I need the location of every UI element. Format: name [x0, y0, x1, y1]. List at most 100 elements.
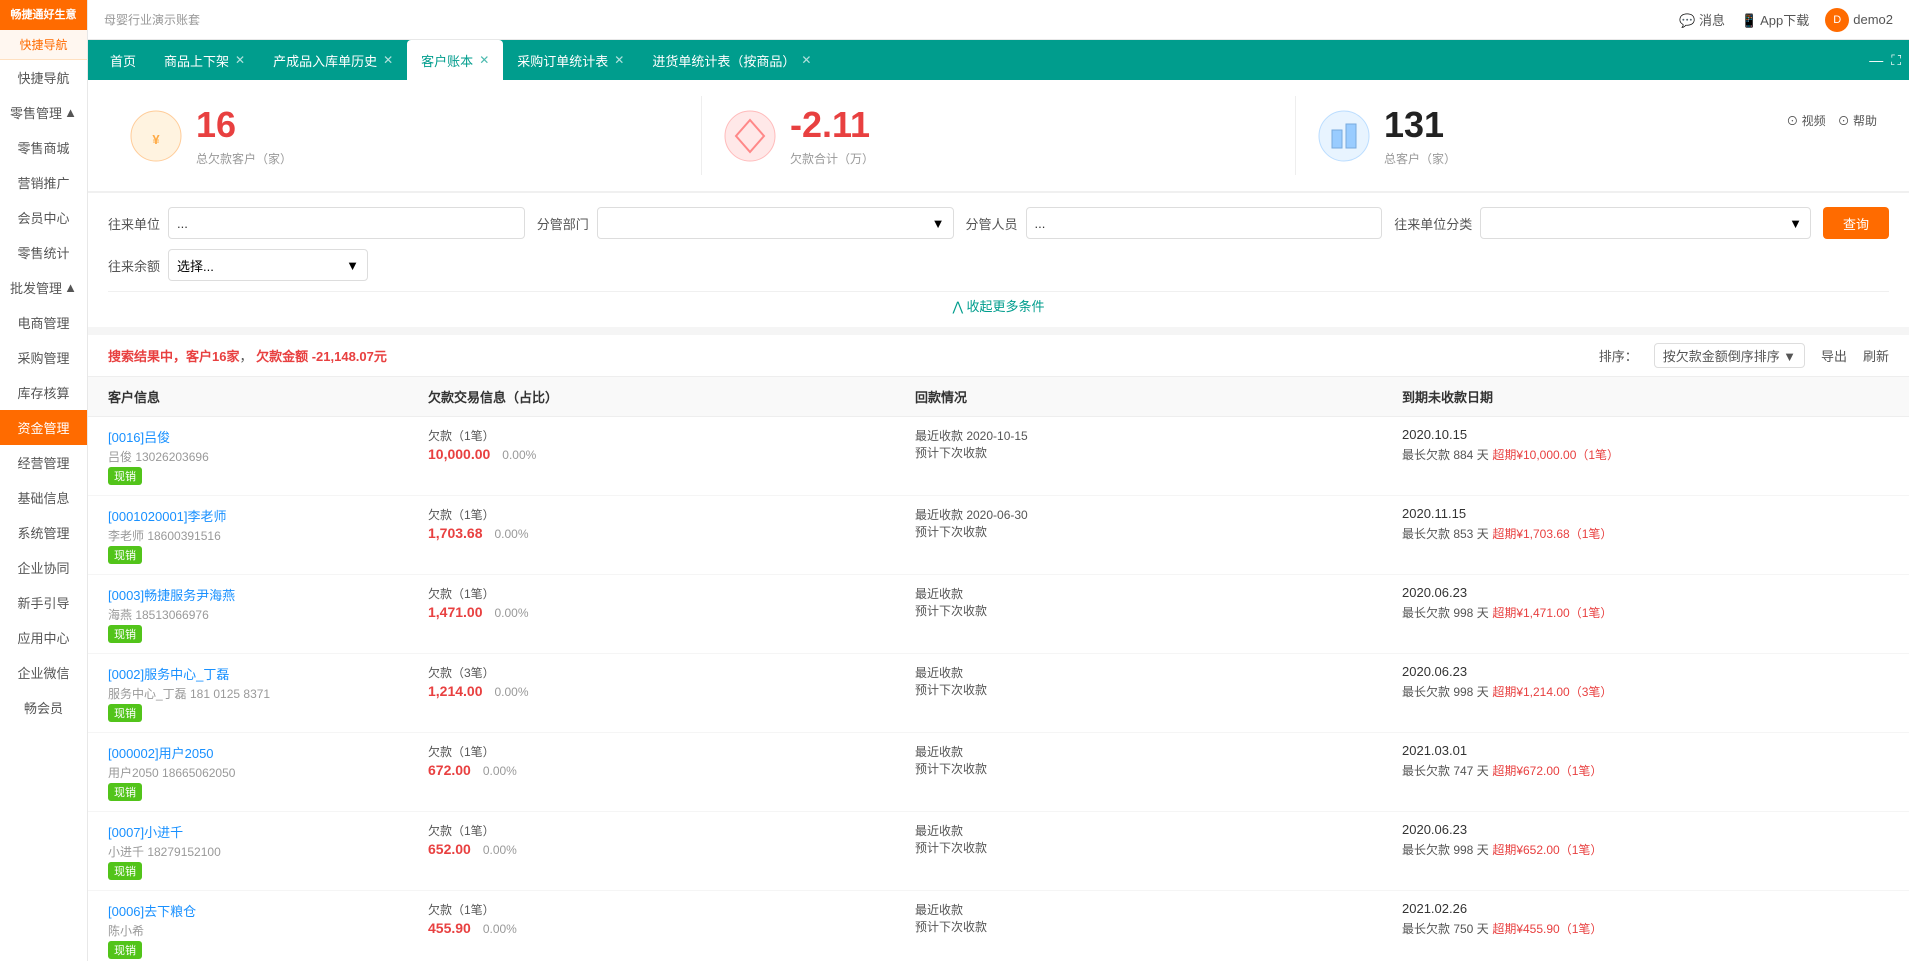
sidebar-item-label: 企业微信	[17, 666, 69, 681]
overdue-link[interactable]: 超期¥1,214.00（3笔）	[1492, 685, 1612, 699]
sort-select[interactable]: 按欠款金额倒序排序 ▼	[1654, 343, 1805, 368]
overdue-link[interactable]: 超期¥10,000.00（1笔）	[1492, 448, 1619, 462]
balance-select[interactable]: 选择... ▼	[168, 249, 368, 281]
sidebar-item-enterprise[interactable]: 企业协同	[0, 550, 87, 585]
close-icon[interactable]: ✕	[801, 53, 811, 67]
customer-name[interactable]: [0001020001]李老师	[108, 506, 428, 525]
debt-amount-row: 652.00 0.00%	[428, 841, 915, 857]
search-area[interactable]: 快捷导航	[0, 30, 87, 60]
help-link[interactable]: ⊙ 帮助	[1838, 112, 1877, 129]
close-icon[interactable]: ✕	[235, 53, 245, 67]
video-link[interactable]: ⊙ 视频	[1786, 112, 1825, 129]
debt-info-cell: 欠款（1笔） 652.00 0.00%	[428, 822, 915, 857]
sidebar-item-retail-mall[interactable]: 零售商城	[0, 130, 87, 165]
customer-name[interactable]: [0007]小进千	[108, 822, 428, 841]
sidebar-item-finance[interactable]: 资金管理	[0, 410, 87, 445]
due-date: 2020.11.15	[1402, 506, 1889, 521]
sidebar-item-basic-info[interactable]: 基础信息	[0, 480, 87, 515]
sidebar-item-member[interactable]: 会员中心	[0, 200, 87, 235]
sidebar-item-retail-stats[interactable]: 零售统计	[0, 235, 87, 270]
person-label: 分管人员	[966, 214, 1018, 233]
overdue-link[interactable]: 超期¥1,703.68（1笔）	[1492, 527, 1612, 541]
col-recovery: 回款情况	[915, 387, 1402, 406]
close-icon[interactable]: ✕	[614, 53, 624, 67]
sidebar-item-retail-mgmt[interactable]: 零售管理 ▲	[0, 95, 87, 130]
customer-contact: 吕俊 13026203696	[108, 448, 428, 465]
refresh-button[interactable]: 刷新	[1863, 346, 1889, 365]
due-date: 2020.06.23	[1402, 585, 1889, 600]
close-icon[interactable]: ✕	[383, 53, 393, 67]
download-icon: 📱	[1741, 13, 1757, 28]
message-link[interactable]: 💬 消息	[1679, 10, 1725, 29]
filter-item-balance: 往来余额 选择... ▼	[108, 249, 368, 281]
app-download-link[interactable]: 📱 App下载	[1741, 10, 1809, 29]
tab-product-listing[interactable]: 商品上下架 ✕	[150, 40, 259, 80]
dept-select[interactable]: ▼	[597, 207, 954, 239]
debt-info-cell: 欠款（1笔） 672.00 0.00%	[428, 743, 915, 778]
filter-section: 往来单位 ... 分管部门 ▼ 分管人员 ...	[88, 193, 1909, 327]
sidebar-item-inventory[interactable]: 库存核算	[0, 375, 87, 410]
chevron-down-icon: ▼	[1783, 349, 1796, 364]
tab-customer-account[interactable]: 客户账本 ✕	[407, 40, 503, 80]
table-row: [0007]小进千 小进千 18279152100 现销 欠款（1笔） 652.…	[88, 812, 1909, 891]
sidebar-item-purchase[interactable]: 采购管理	[0, 340, 87, 375]
debt-count: 欠款（1笔）	[428, 743, 915, 760]
tab-label: 商品上下架	[164, 51, 229, 70]
customer-name[interactable]: [0003]畅捷服务尹海燕	[108, 585, 428, 604]
export-button[interactable]: 导出	[1821, 346, 1847, 365]
collapse-button[interactable]: ⋀ 收起更多条件	[108, 291, 1889, 319]
sidebar-item-operations[interactable]: 经营管理	[0, 445, 87, 480]
debtor-count: 16	[196, 104, 681, 146]
tab-purchase-by-product[interactable]: 进货单统计表（按商品） ✕	[638, 40, 825, 80]
logo-text: 畅捷通好生意	[11, 8, 77, 22]
customer-name[interactable]: [000002]用户2050	[108, 743, 428, 762]
debt-value: 652.00	[428, 841, 471, 857]
tab-purchase-stats[interactable]: 采购订单统计表 ✕	[503, 40, 638, 80]
table-row: [0002]服务中心_丁磊 服务中心_丁磊 181 0125 8371 现销 欠…	[88, 654, 1909, 733]
window-minimize-button[interactable]: —	[1869, 52, 1883, 69]
tab-production-history[interactable]: 产成品入库单历史 ✕	[259, 40, 407, 80]
debt-count: 欠款（1笔）	[428, 901, 915, 918]
customer-contact: 小进千 18279152100	[108, 843, 428, 860]
close-icon[interactable]: ✕	[479, 53, 489, 67]
sidebar-item-wholesale[interactable]: 批发管理 ▲	[0, 270, 87, 305]
category-select[interactable]: ▼	[1480, 207, 1811, 239]
window-maximize-button[interactable]: ⛶	[1891, 52, 1901, 69]
due-date-cell: 2020.06.23 最长欠款 998 天 超期¥1,214.00（3笔）	[1402, 664, 1889, 700]
customer-badge: 现销	[108, 546, 142, 564]
supplier-input[interactable]: ...	[168, 207, 525, 239]
person-input[interactable]: ...	[1026, 207, 1383, 239]
company-name: 母婴行业演示账套	[104, 11, 200, 28]
debt-count: 欠款（1笔）	[428, 427, 915, 444]
building-icon	[1316, 108, 1372, 164]
search-button[interactable]: 查询	[1823, 207, 1889, 239]
overdue-link[interactable]: 超期¥652.00（1笔）	[1492, 843, 1602, 857]
overdue-info: 最长欠款 998 天 超期¥652.00（1笔）	[1402, 841, 1889, 858]
top-header: 母婴行业演示账套 💬 消息 📱 App下载 D demo2	[88, 0, 1909, 40]
sidebar-item-app-center[interactable]: 应用中心	[0, 620, 87, 655]
table-header: 客户信息 欠款交易信息（占比） 回款情况 到期未收款日期	[88, 377, 1909, 417]
debt-amount-row: 1,471.00 0.00%	[428, 604, 915, 620]
sidebar-item-quicknav[interactable]: 快捷导航	[0, 60, 87, 95]
debt-percent: 0.00%	[495, 527, 529, 541]
customer-badge: 现销	[108, 941, 142, 959]
due-date-cell: 2021.02.26 最长欠款 750 天 超期¥455.90（1笔）	[1402, 901, 1889, 937]
customer-name[interactable]: [0016]吕俊	[108, 427, 428, 446]
tab-home[interactable]: 首页	[96, 40, 150, 80]
user-avatar[interactable]: D demo2	[1825, 8, 1893, 32]
sidebar-item-ecommerce[interactable]: 电商管理	[0, 305, 87, 340]
balance-value: 选择...	[177, 256, 214, 275]
customer-name[interactable]: [0006]去下粮仓	[108, 901, 428, 920]
overdue-link[interactable]: 超期¥1,471.00（1笔）	[1492, 606, 1612, 620]
sidebar-item-newbie[interactable]: 新手引导	[0, 585, 87, 620]
sidebar-item-wecom[interactable]: 企业微信	[0, 655, 87, 690]
customer-name[interactable]: [0002]服务中心_丁磊	[108, 664, 428, 683]
overdue-link[interactable]: 超期¥455.90（1笔）	[1492, 922, 1602, 936]
sidebar-item-system[interactable]: 系统管理	[0, 515, 87, 550]
sidebar-item-member2[interactable]: 畅会员	[0, 690, 87, 725]
table-row: [000002]用户2050 用户2050 18665062050 现销 欠款（…	[88, 733, 1909, 812]
overdue-link[interactable]: 超期¥672.00（1笔）	[1492, 764, 1602, 778]
overdue-days: 最长欠款 884 天	[1402, 448, 1489, 462]
customer-info-cell: [0002]服务中心_丁磊 服务中心_丁磊 181 0125 8371 现销	[108, 664, 428, 722]
sidebar-item-marketing[interactable]: 营销推广	[0, 165, 87, 200]
